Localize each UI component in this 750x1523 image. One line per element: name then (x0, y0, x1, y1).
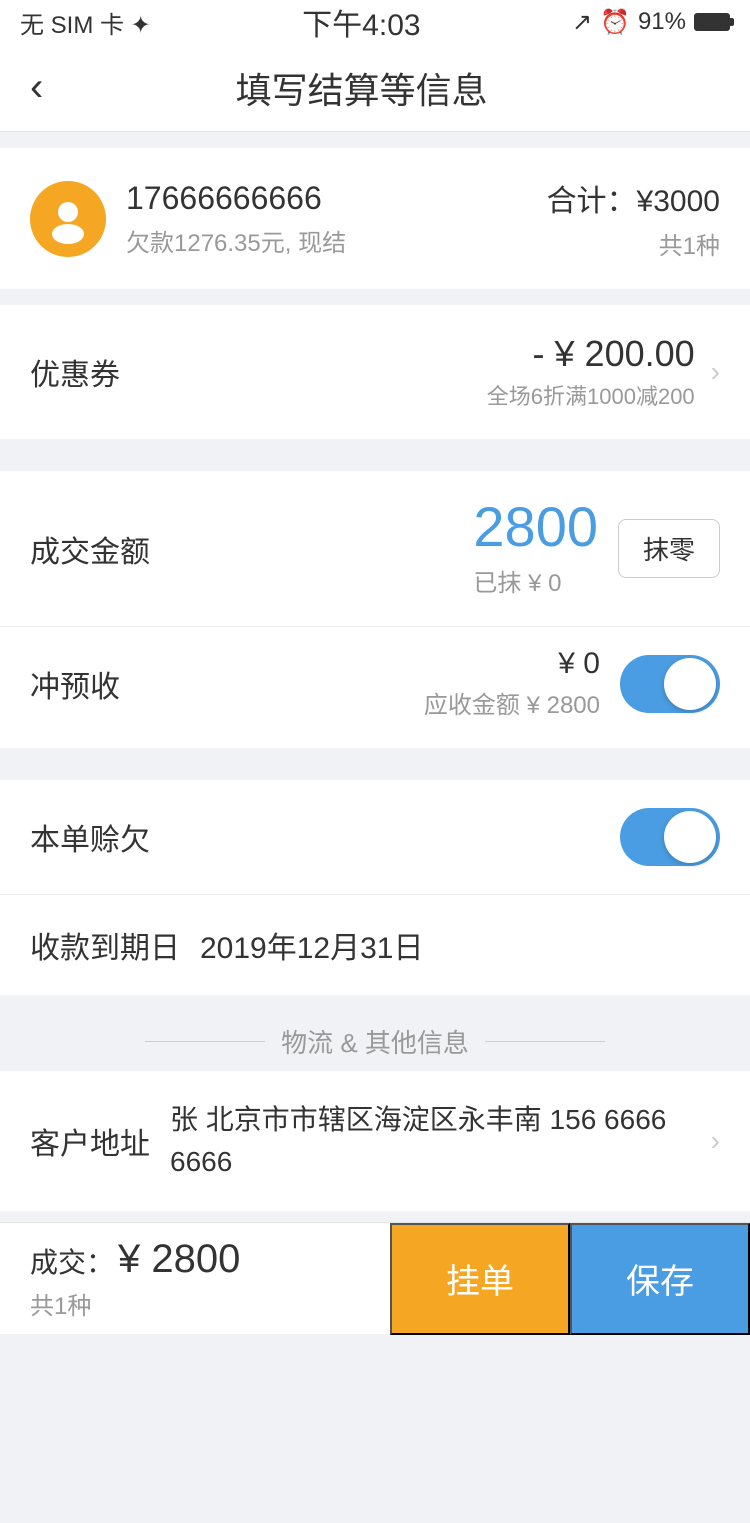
avatar (30, 181, 106, 257)
coupon-row[interactable]: 优惠券 - ¥ 200.00 全场6折满1000减200 › (0, 305, 750, 439)
location-icon: ↗ (572, 8, 592, 37)
divider-1 (0, 289, 750, 305)
pending-button[interactable]: 挂单 (390, 1223, 570, 1335)
prepay-row: 冲预收 ¥ 0 应收金额 ¥ 2800 (0, 626, 750, 748)
status-left: 无 SIM 卡 ✦ (20, 5, 151, 40)
address-value: 张 北京市市辖区海淀区永丰南 156 6666 6666 (170, 1099, 711, 1183)
due-date-row: 收款到期日 2019年12月31日 (0, 895, 750, 995)
divider-3 (0, 748, 750, 764)
bottom-deal-amount: ¥ 2800 (118, 1237, 240, 1282)
coupon-label: 优惠券 (30, 350, 120, 394)
deal-row: 成交金额 2800 已抹 ¥ 0 抹零 (0, 471, 750, 626)
round-zero-button[interactable]: 抹零 (618, 519, 720, 578)
arrears-toggle-knob (664, 811, 716, 863)
deal-section: 成交金额 2800 已抹 ¥ 0 抹零 冲预收 ¥ 0 应收金额 ¥ 2800 (0, 471, 750, 748)
coupon-amount: - ¥ 200.00 (487, 333, 695, 375)
customer-phone: 17666666666 (126, 180, 346, 217)
logistics-text: 物流 & 其他信息 (145, 1023, 605, 1060)
coupon-section: 优惠券 - ¥ 200.00 全场6折满1000减200 › (0, 305, 750, 439)
prepay-toggle[interactable] (620, 655, 720, 713)
address-section: 客户地址 张 北京市市辖区海淀区永丰南 156 6666 6666 › (0, 1071, 750, 1211)
arrears-row: 本单赊欠 (0, 780, 750, 894)
coupon-info: - ¥ 200.00 全场6折满1000减200 (487, 333, 695, 411)
address-row[interactable]: 客户地址 张 北京市市辖区海淀区永丰南 156 6666 6666 › (0, 1071, 750, 1211)
customer-left: 17666666666 欠款1276.35元, 现结 (30, 180, 346, 258)
page-title: 填写结算等信息 (63, 62, 660, 114)
logistics-line-left (145, 1041, 265, 1042)
alarm-icon: ⏰ (600, 8, 630, 37)
save-button[interactable]: 保存 (570, 1223, 750, 1335)
coupon-value-right: - ¥ 200.00 全场6折满1000减200 › (487, 333, 720, 411)
bottom-count: 共1种 (30, 1286, 360, 1321)
due-date-label: 收款到期日 (30, 923, 180, 967)
deal-sub: 已抹 ¥ 0 (473, 563, 598, 598)
customer-right: 合计：¥3000 共1种 (547, 176, 720, 261)
sim-status: 无 SIM 卡 ✦ (20, 5, 151, 40)
logistics-line-right (485, 1041, 605, 1042)
logistics-divider: 物流 & 其他信息 (0, 1011, 750, 1071)
due-date-section: 收款到期日 2019年12月31日 (0, 895, 750, 995)
arrears-toggle[interactable] (620, 808, 720, 866)
customer-debt: 欠款1276.35元, 现结 (126, 223, 346, 258)
bottom-summary: 成交： ¥ 2800 共1种 (0, 1237, 390, 1321)
prepay-sub: 应收金额 ¥ 2800 (424, 685, 600, 720)
status-time: 下午4:03 (302, 0, 420, 44)
address-chevron-icon: › (711, 1125, 720, 1157)
back-button[interactable]: ‹ (30, 65, 43, 110)
divider-2 (0, 439, 750, 455)
deal-label: 成交金额 (30, 527, 150, 571)
nav-bar: ‹ 填写结算等信息 (0, 44, 750, 132)
battery-level: 91% (638, 8, 686, 36)
customer-card: 17666666666 欠款1276.35元, 现结 合计：¥3000 共1种 (0, 148, 750, 289)
chevron-icon: › (711, 356, 720, 388)
total-amount: 合计：¥3000 (547, 176, 720, 220)
battery-icon (694, 13, 730, 31)
total-count: 共1种 (547, 226, 720, 261)
bottom-deal-line: 成交： ¥ 2800 (30, 1237, 360, 1282)
prepay-values: ¥ 0 应收金额 ¥ 2800 (424, 647, 600, 720)
status-right: ↗ ⏰ 91% (572, 8, 730, 37)
status-bar: 无 SIM 卡 ✦ 下午4:03 ↗ ⏰ 91% (0, 0, 750, 44)
prepay-amount: ¥ 0 (424, 647, 600, 681)
toggle-knob (664, 658, 716, 710)
arrears-label: 本单赊欠 (30, 815, 150, 859)
prepay-label: 冲预收 (30, 662, 120, 706)
arrears-section: 本单赊欠 (0, 780, 750, 894)
bottom-deal-label: 成交： (30, 1241, 114, 1281)
prepay-right: ¥ 0 应收金额 ¥ 2800 (424, 647, 720, 720)
due-date-value: 2019年12月31日 (200, 923, 423, 967)
bottom-bar: 成交： ¥ 2800 共1种 挂单 保存 (0, 1222, 750, 1334)
customer-info: 17666666666 欠款1276.35元, 现结 (126, 180, 346, 258)
logistics-label: 物流 & 其他信息 (281, 1023, 469, 1060)
deal-amount-group: 2800 已抹 ¥ 0 抹零 (473, 499, 720, 598)
deal-number: 2800 (473, 499, 598, 555)
address-label: 客户地址 (30, 1119, 150, 1163)
deal-amount-info: 2800 已抹 ¥ 0 (473, 499, 598, 598)
coupon-desc: 全场6折满1000减200 (487, 379, 695, 411)
